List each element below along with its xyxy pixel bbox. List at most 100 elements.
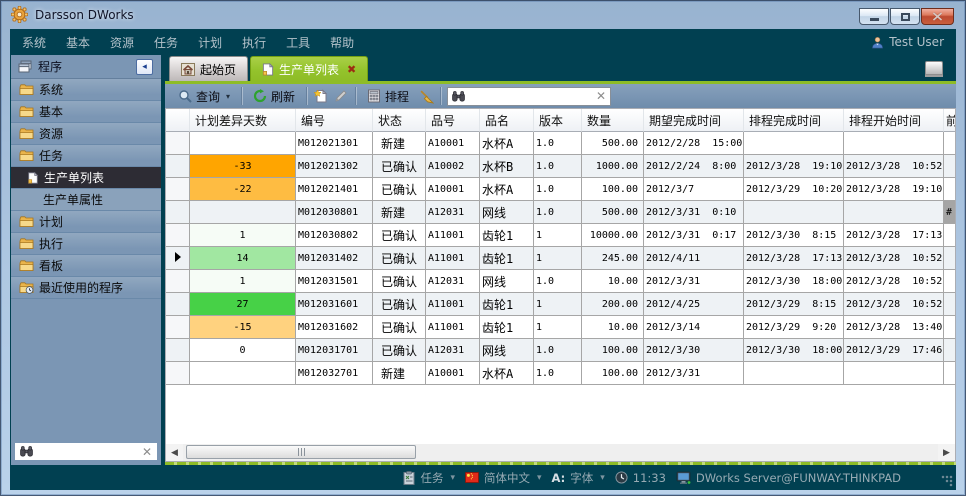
column-header-6[interactable]: 版本: [534, 109, 582, 132]
sidebar-item-8[interactable]: 看板: [11, 255, 161, 277]
cell-item_name: 水杯A: [480, 362, 534, 385]
sidebar-item-1[interactable]: 基本: [11, 101, 161, 123]
cell-item_name: 齿轮1: [480, 316, 534, 339]
menu-item-3[interactable]: 任务: [144, 34, 188, 51]
scroll-right-button[interactable]: ▶: [938, 444, 955, 461]
table-row-5[interactable]: 14M012031402已确认A11001齿轮11245.002012/4/11…: [166, 247, 956, 270]
table-row-3[interactable]: M012030801新建A12031网线1.0500.002012/3/31 0…: [166, 201, 956, 224]
table-row-0[interactable]: M012021301新建A10001水杯A1.0500.002012/2/28 …: [166, 132, 956, 155]
scroll-left-button[interactable]: ◀: [166, 444, 183, 461]
app-window: Darsson DWorks 系统基本资源任务计划执行工具帮助 Test Use…: [0, 0, 966, 496]
sidebar-item-2[interactable]: 资源: [11, 123, 161, 145]
column-header-5[interactable]: 品名: [480, 109, 534, 132]
tab-production-order-list-label: 生产单列表: [279, 61, 339, 78]
table-row-2[interactable]: -22M012021401已确认A10001水杯A1.0100.002012/3…: [166, 178, 956, 201]
table-row-1[interactable]: -33M012021302已确认A10002水杯B1.01000.002012/…: [166, 155, 956, 178]
table-row-7[interactable]: 27M012031601已确认A11001齿轮11200.002012/4/25…: [166, 293, 956, 316]
user-indicator[interactable]: Test User: [871, 35, 944, 49]
table-row-10[interactable]: M012032701新建A10001水杯A1.0100.002012/3/31: [166, 362, 956, 385]
cell-item_no: A12031: [426, 270, 480, 293]
menu-item-1[interactable]: 基本: [56, 34, 100, 51]
table-row-6[interactable]: 1M012031501已确认A12031网线1.010.002012/3/312…: [166, 270, 956, 293]
toolbar-search-clear-icon[interactable]: ✕: [596, 90, 606, 102]
sidebar-collapse-button[interactable]: ◂: [136, 59, 153, 75]
minimize-button[interactable]: [859, 8, 889, 25]
folder-clock-icon: [19, 282, 34, 294]
status-task[interactable]: 任务 ▾: [403, 470, 455, 486]
column-header-4[interactable]: 品号: [426, 109, 480, 132]
status-task-label: 任务: [420, 470, 443, 486]
status-server: DWorks Server@FUNWAY-THINKPAD: [676, 471, 901, 485]
cell-item_no: A11001: [426, 293, 480, 316]
query-dropdown-caret-icon[interactable]: ▾: [226, 92, 230, 101]
sidebar-item-7[interactable]: 执行: [11, 233, 161, 255]
cell-sched_end: [744, 362, 844, 385]
new-button[interactable]: [311, 86, 331, 106]
sidebar-item-4[interactable]: 生产单列表: [11, 167, 161, 189]
resize-grip[interactable]: [941, 475, 953, 487]
table-row-4[interactable]: 1M012030802已确认A11001齿轮1110000.002012/3/3…: [166, 224, 956, 247]
cell-code: M012021401: [296, 178, 373, 201]
cell-status: 已确认: [373, 155, 426, 178]
column-header-8[interactable]: 期望完成时间: [644, 109, 744, 132]
menu-item-7[interactable]: 帮助: [320, 34, 364, 51]
cell-code: M012030801: [296, 201, 373, 224]
cell-diff: -33: [190, 155, 296, 178]
column-header-10[interactable]: 排程开始时间: [844, 109, 944, 132]
cell-version: 1.0: [534, 201, 582, 224]
tab-home[interactable]: 起始页: [169, 56, 248, 81]
status-language[interactable]: 简体中文 ▾: [465, 470, 542, 486]
menu-item-5[interactable]: 执行: [232, 34, 276, 51]
maximize-button[interactable]: [890, 8, 920, 25]
tab-close-icon[interactable]: ✖: [347, 63, 356, 76]
menu-item-0[interactable]: 系统: [12, 34, 56, 51]
clear-schedule-button[interactable]: [416, 86, 436, 106]
status-font[interactable]: A: 字体 ▾: [552, 470, 605, 486]
cell-extra: [944, 247, 956, 270]
menu-item-6[interactable]: 工具: [276, 34, 320, 51]
edit-button[interactable]: [331, 86, 351, 106]
cell-status: 已确认: [373, 316, 426, 339]
column-header-3[interactable]: 状态: [373, 109, 426, 132]
cell-qty: 10.00: [582, 270, 644, 293]
column-header-0[interactable]: [166, 109, 190, 132]
cell-code: M012032701: [296, 362, 373, 385]
sidebar-search-box[interactable]: ✕: [15, 443, 157, 460]
clock-icon: [615, 471, 628, 484]
sidebar-search-clear-icon[interactable]: ✕: [142, 446, 152, 458]
sidebar-item-9[interactable]: 最近使用的程序: [11, 277, 161, 299]
menu-item-4[interactable]: 计划: [188, 34, 232, 51]
sidebar-item-5[interactable]: 生产单属性: [11, 189, 161, 211]
sidebar-item-3[interactable]: 任务: [11, 145, 161, 167]
column-header-1[interactable]: 计划差异天数: [190, 109, 296, 132]
cell-item_name: 齿轮1: [480, 293, 534, 316]
float-panel-icon[interactable]: [925, 61, 943, 75]
cell-item_name: 网线: [480, 270, 534, 293]
menu-item-2[interactable]: 资源: [100, 34, 144, 51]
row-selector: [166, 270, 190, 293]
tab-production-order-list[interactable]: 生产单列表 ✖: [250, 56, 368, 81]
table-row-9[interactable]: 0M012031701已确认A12031网线1.0100.002012/3/30…: [166, 339, 956, 362]
language-caret-icon: ▾: [537, 473, 542, 483]
toolbar-search-input[interactable]: ✕: [447, 87, 611, 106]
query-button[interactable]: 查询 ▾: [171, 86, 237, 106]
sidebar-item-6[interactable]: 计划: [11, 211, 161, 233]
cell-sched_start: [844, 132, 944, 155]
table-row-8[interactable]: -15M012031602已确认A11001齿轮1110.002012/3/14…: [166, 316, 956, 339]
cell-sched_start: 2012/3/28 10:52: [844, 270, 944, 293]
column-header-7[interactable]: 数量: [582, 109, 644, 132]
column-header-11[interactable]: 前置时间: [944, 109, 956, 132]
cell-code: M012030802: [296, 224, 373, 247]
server-icon: [676, 471, 691, 484]
status-bar: 任务 ▾ 简体中文 ▾ A: 字体 ▾ 11:33 DWorks Server@…: [10, 465, 956, 490]
refresh-button[interactable]: 刷新: [246, 86, 302, 106]
close-button[interactable]: [921, 8, 954, 25]
sidebar-item-0[interactable]: 系统: [11, 79, 161, 101]
scrollbar-thumb[interactable]: [186, 445, 416, 459]
schedule-button[interactable]: 排程: [360, 86, 416, 106]
column-header-9[interactable]: 排程完成时间: [744, 109, 844, 132]
horizontal-scrollbar[interactable]: ◀ ▶: [165, 444, 956, 461]
column-header-2[interactable]: 编号: [296, 109, 373, 132]
cell-status: 已确认: [373, 293, 426, 316]
sidebar-item-label: 生产单列表: [44, 169, 104, 186]
